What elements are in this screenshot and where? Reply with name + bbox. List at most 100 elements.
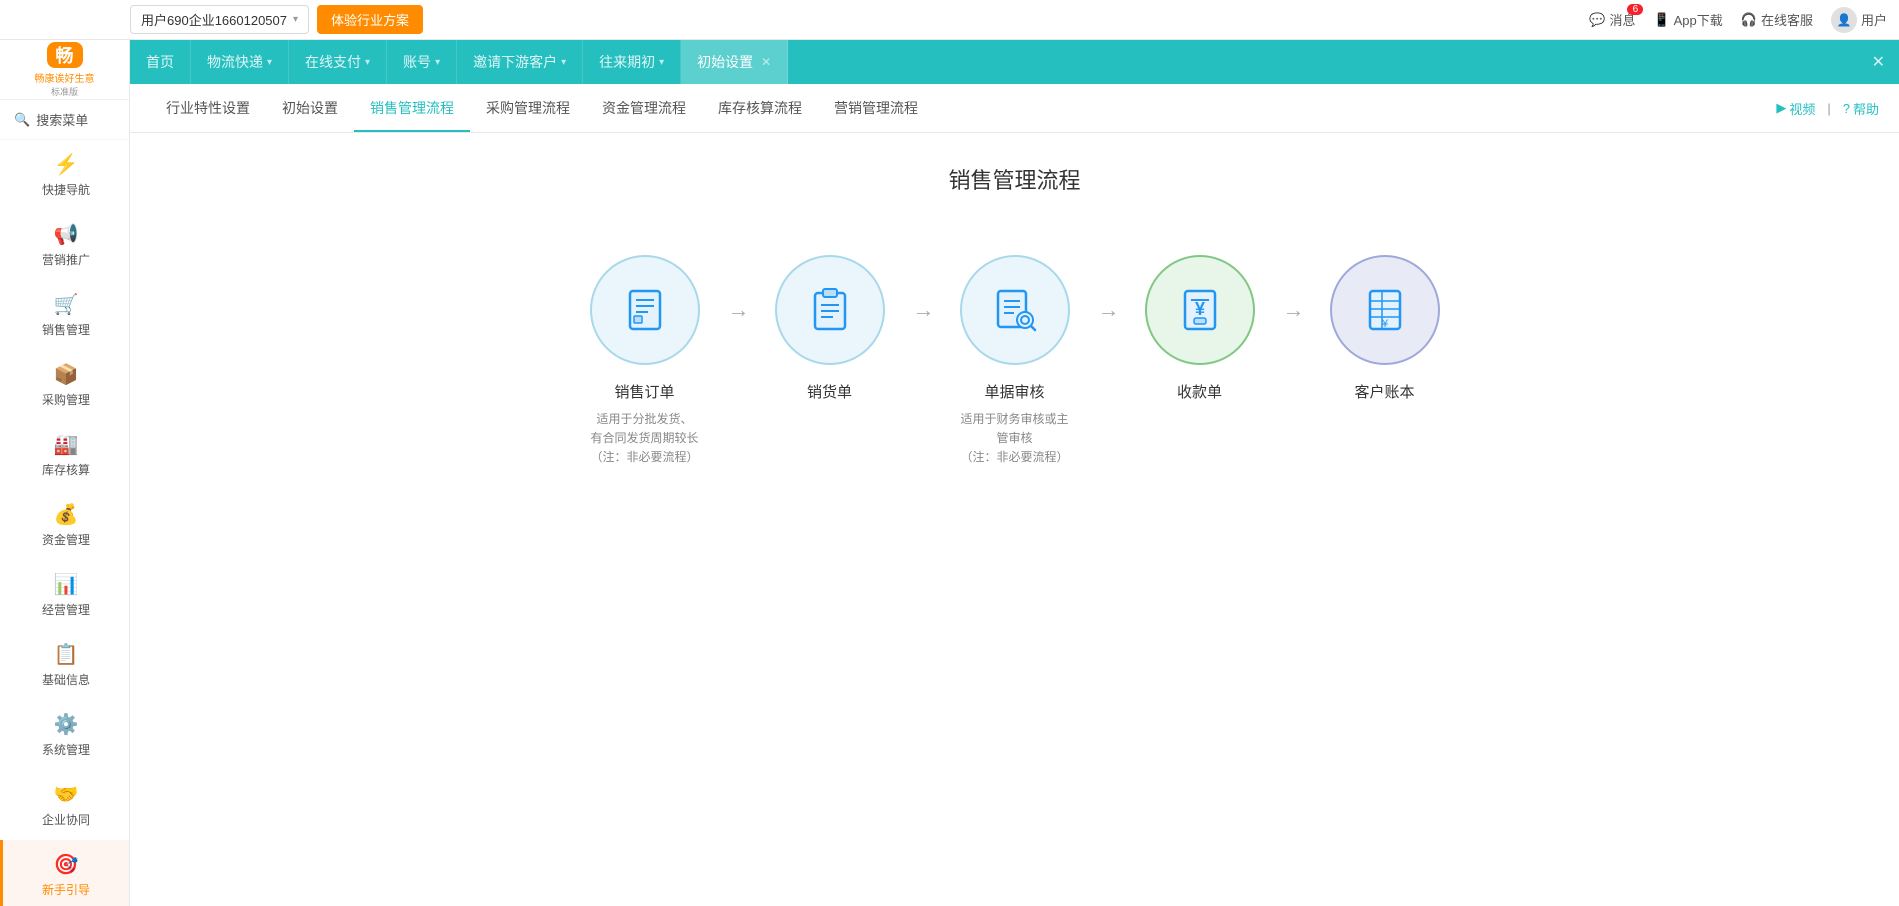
sidebar-item-inventory[interactable]: 🏭 库存核算	[0, 420, 129, 490]
sidebar-item-quick-nav[interactable]: ⚡ 快捷导航	[0, 140, 129, 210]
sub-tab-sales-flow[interactable]: 销售管理流程	[354, 84, 470, 132]
message-badge: 6	[1627, 4, 1643, 15]
flow-step-customer-ledger[interactable]: ¥ 客户账本	[1310, 255, 1460, 410]
receipt-icon: ¥	[1175, 285, 1225, 335]
clipboard-icon	[805, 285, 855, 335]
user-name-label: 用户	[1861, 10, 1887, 29]
user-avatar-button[interactable]: 👤 用户	[1831, 7, 1887, 33]
chevron-down-icon: ▾	[659, 57, 664, 68]
trial-button[interactable]: 体验行业方案	[317, 5, 423, 34]
search-icon: 🔍	[14, 112, 30, 128]
help-label: 帮助	[1853, 99, 1879, 118]
main-layout: 畅 畅康诶好生意 标准版 🔍 搜索菜单 ⚡ 快捷导航 📢 营销推广 🛒 销售管理…	[0, 40, 1899, 906]
system-icon: ⚙️	[54, 712, 79, 737]
sidebar-item-label: 采购管理	[42, 391, 90, 408]
app-download-button[interactable]: 📱 App下载	[1653, 10, 1722, 29]
top-bar-left: 用户690企业1660120507 ▾ 体验行业方案	[0, 5, 423, 34]
flow-steps: 销售订单 适用于分批发货、有合同发货周期较长（注：非必要流程） →	[415, 255, 1615, 468]
basic-info-icon: 📋	[54, 642, 79, 667]
sub-tab-label: 营销管理流程	[834, 100, 918, 116]
close-all-tabs-button[interactable]: ✕	[1858, 40, 1899, 84]
sub-tab-purchase-flow[interactable]: 采购管理流程	[470, 84, 586, 132]
video-help-button[interactable]: ▶ 视频	[1776, 99, 1815, 118]
flow-step-receipt[interactable]: ¥ 收款单	[1125, 255, 1275, 410]
nav-tab-online-payment[interactable]: 在线支付 ▾	[289, 40, 387, 84]
online-service-label: 在线客服	[1761, 10, 1813, 29]
nav-tab-account[interactable]: 账号 ▾	[387, 40, 457, 84]
sidebar-item-label: 快捷导航	[42, 181, 90, 198]
tab-label: 在线支付	[305, 52, 361, 72]
flow-arrow-3: →	[1098, 255, 1117, 323]
svg-text:¥: ¥	[1194, 299, 1204, 319]
flow-arrow-1: →	[728, 255, 747, 323]
nav-tab-home[interactable]: 首页	[130, 40, 191, 84]
sub-tab-industry-settings[interactable]: 行业特性设置	[150, 84, 266, 132]
inventory-icon: 🏭	[54, 432, 79, 457]
search-menu-label: 搜索菜单	[36, 110, 88, 129]
sidebar-item-purchase-mgmt[interactable]: 📦 采购管理	[0, 350, 129, 420]
flow-step-sales-order[interactable]: 销售订单 适用于分批发货、有合同发货周期较长（注：非必要流程）	[570, 255, 720, 468]
sidebar-item-new-user-guide[interactable]: 🎯 新手引导	[0, 840, 129, 906]
flow-arrow-4: →	[1283, 255, 1302, 323]
step-desc-sales-order: 适用于分批发货、有合同发货周期较长（注：非必要流程）	[590, 410, 698, 468]
flow-title: 销售管理流程	[948, 163, 1080, 195]
sidebar-item-label: 营销推广	[42, 251, 90, 268]
close-tab-icon[interactable]: ✕	[761, 55, 771, 69]
message-button[interactable]: 💬 6 消息	[1589, 10, 1635, 29]
operations-icon: 📊	[54, 572, 79, 597]
sidebar-item-basic-info[interactable]: 📋 基础信息	[0, 630, 129, 700]
purchase-icon: 📦	[54, 362, 79, 387]
headset-icon: 🎧	[1741, 12, 1757, 28]
sidebar-item-marketing-promo[interactable]: 📢 营销推广	[0, 210, 129, 280]
user-selector-text: 用户690企业1660120507	[141, 10, 287, 29]
sub-tab-marketing-flow[interactable]: 营销管理流程	[818, 84, 934, 132]
logo-icon: 畅	[47, 42, 83, 68]
user-selector[interactable]: 用户690企业1660120507 ▾	[130, 5, 309, 34]
sub-tab-inventory-flow[interactable]: 库存核算流程	[702, 84, 818, 132]
sub-tabs: 行业特性设置 初始设置 销售管理流程 采购管理流程 资金管理流程 库存核算流程	[130, 84, 1899, 133]
app-download-icon: 📱	[1653, 12, 1669, 28]
step-name-customer-ledger: 客户账本	[1354, 381, 1414, 402]
sub-tab-label: 库存核算流程	[718, 100, 802, 116]
nav-tab-logistics[interactable]: 物流快递 ▾	[191, 40, 289, 84]
nav-tab-period-init[interactable]: 往来期初 ▾	[583, 40, 681, 84]
top-bar: 用户690企业1660120507 ▾ 体验行业方案 💬 6 消息 📱 App下…	[0, 0, 1899, 40]
divider: |	[1827, 101, 1830, 116]
sidebar-item-label: 系统管理	[42, 741, 90, 758]
nav-tab-invite-customer[interactable]: 邀请下游客户 ▾	[457, 40, 583, 84]
flow-step-sales-invoice[interactable]: 销货单	[755, 255, 905, 410]
marketing-icon: 📢	[54, 222, 79, 247]
avatar: 👤	[1831, 7, 1857, 33]
sidebar-item-finance-mgmt[interactable]: 💰 资金管理	[0, 490, 129, 560]
logo-text: 畅康诶好生意	[35, 70, 95, 85]
sidebar-item-system-mgmt[interactable]: ⚙️ 系统管理	[0, 700, 129, 770]
sidebar-item-enterprise-collab[interactable]: 🤝 企业协同	[0, 770, 129, 840]
search-menu-button[interactable]: 🔍 搜索菜单	[0, 100, 129, 140]
sub-tab-finance-flow[interactable]: 资金管理流程	[586, 84, 702, 132]
close-all-icon: ✕	[1872, 52, 1885, 72]
flow-step-doc-review[interactable]: 单据审核 适用于财务审核或主管审核（注：非必要流程）	[940, 255, 1090, 468]
sidebar-item-label: 经营管理	[42, 601, 90, 618]
sub-tab-label: 资金管理流程	[602, 100, 686, 116]
content-area: 首页 物流快递 ▾ 在线支付 ▾ 账号 ▾ 邀请下游客户 ▾ 往来期初 ▾	[130, 40, 1899, 906]
sidebar: 畅 畅康诶好生意 标准版 🔍 搜索菜单 ⚡ 快捷导航 📢 营销推广 🛒 销售管理…	[0, 40, 130, 906]
step-desc-doc-review: 适用于财务审核或主管审核（注：非必要流程）	[960, 410, 1068, 468]
nav-tab-initial-setup[interactable]: 初始设置 ✕	[681, 40, 788, 84]
message-icon: 💬	[1589, 12, 1605, 28]
online-service-button[interactable]: 🎧 在线客服	[1741, 10, 1813, 29]
chevron-down-icon: ▾	[365, 57, 370, 68]
help-button[interactable]: ? 帮助	[1843, 99, 1879, 118]
sidebar-item-label: 企业协同	[42, 811, 90, 828]
ledger-icon: ¥	[1360, 285, 1410, 335]
sidebar-item-label: 资金管理	[42, 531, 90, 548]
tab-label: 邀请下游客户	[473, 52, 557, 72]
sub-tab-initial-setup[interactable]: 初始设置	[266, 84, 354, 132]
finance-icon: 💰	[54, 502, 79, 527]
sidebar-item-sales-mgmt[interactable]: 🛒 销售管理	[0, 280, 129, 350]
top-bar-right: 💬 6 消息 📱 App下载 🎧 在线客服 👤 用户	[1589, 7, 1887, 33]
step-name-sales-invoice: 销货单	[807, 381, 852, 402]
flow-container: 销售管理流程 销售订单	[130, 133, 1899, 906]
sidebar-item-operations[interactable]: 📊 经营管理	[0, 560, 129, 630]
chevron-down-icon: ▾	[435, 57, 440, 68]
flow-circle-sales-invoice	[775, 255, 885, 365]
